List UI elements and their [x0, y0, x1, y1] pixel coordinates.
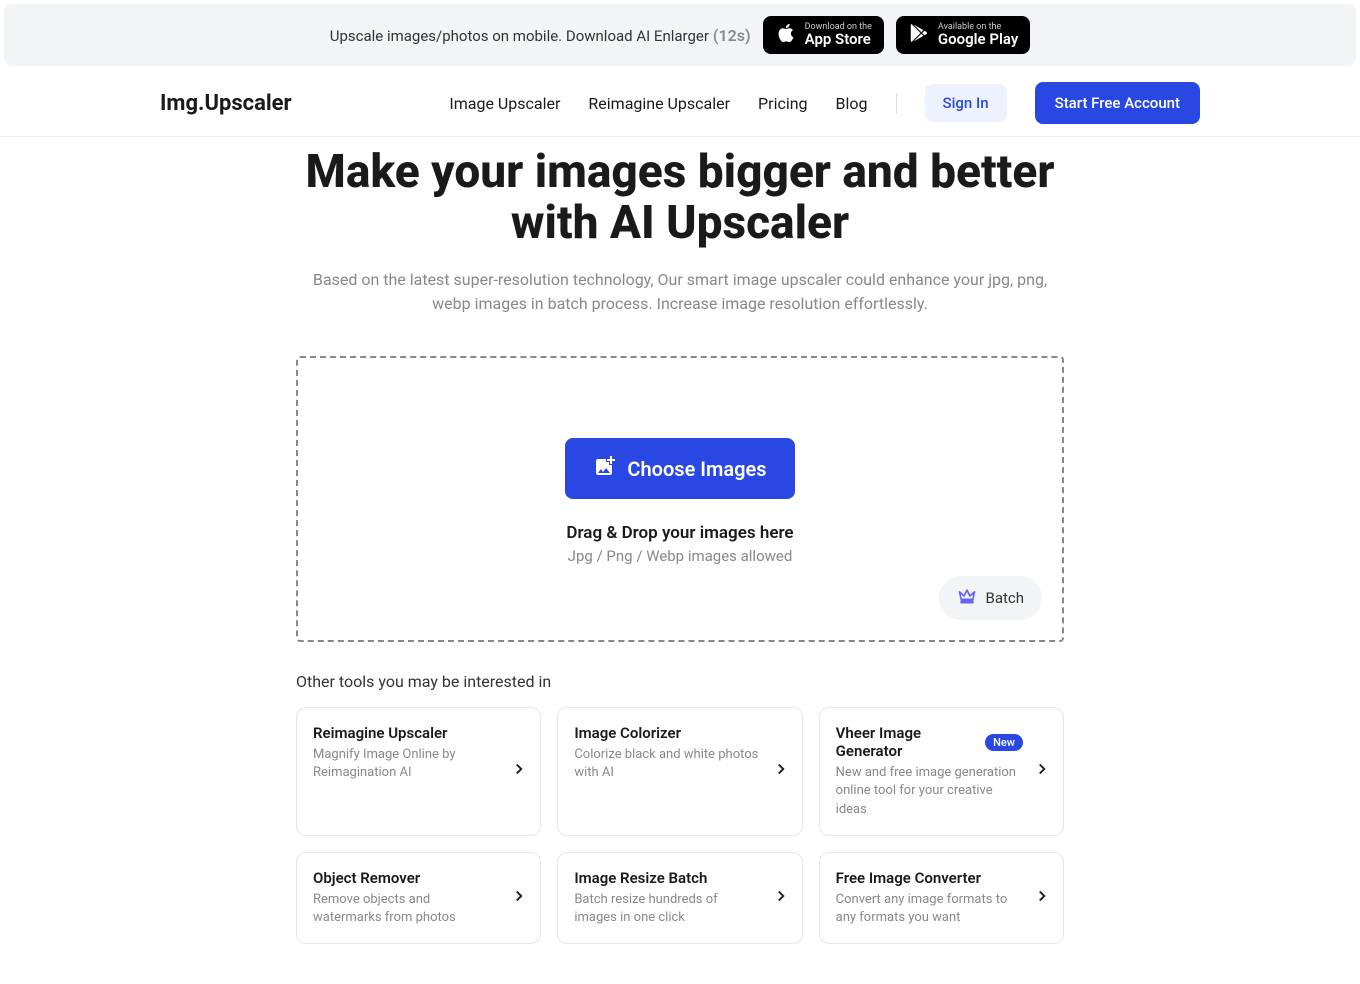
hero: Make your images bigger and better with …	[0, 137, 1360, 316]
promo-text: Upscale images/photos on mobile. Downloa…	[330, 26, 751, 45]
promo-countdown: (12s)	[713, 26, 751, 45]
promo-bar: Upscale images/photos on mobile. Downloa…	[4, 4, 1356, 66]
nav-blog[interactable]: Blog	[836, 94, 868, 113]
nav-pricing[interactable]: Pricing	[758, 94, 808, 113]
tool-card[interactable]: Vheer Image GeneratorNew New and free ima…	[819, 707, 1064, 836]
image-add-icon	[593, 454, 617, 483]
tool-card-description: New and free image generation online too…	[836, 764, 1023, 819]
signin-button[interactable]: Sign In	[925, 84, 1007, 122]
tool-card-title: Image Resize Batch	[574, 869, 761, 887]
crown-icon	[957, 586, 977, 610]
chevron-right-icon	[1033, 887, 1051, 909]
tools-heading: Other tools you may be interested in	[296, 672, 1064, 691]
allowed-formats-text: Jpg / Png / Webp images allowed	[318, 547, 1042, 565]
tool-card-title: Free Image Converter	[836, 869, 1023, 887]
header: Img.Upscaler Image Upscaler Reimagine Up…	[0, 70, 1360, 137]
tool-card-title: Reimagine Upscaler	[313, 724, 500, 742]
tool-card-description: Magnify Image Online by Reimagination AI	[313, 746, 500, 782]
new-badge: New	[985, 734, 1023, 751]
drag-drop-text: Drag & Drop your images here	[318, 523, 1042, 543]
tool-card-title: Object Remover	[313, 869, 500, 887]
other-tools-section: Other tools you may be interested in Rei…	[296, 672, 1064, 944]
tool-card-description: Remove objects and watermarks from photo…	[313, 891, 500, 927]
choose-images-label: Choose Images	[627, 457, 766, 481]
tool-card-description: Batch resize hundreds of images in one c…	[574, 891, 761, 927]
logo[interactable]: Img.Upscaler	[160, 91, 292, 116]
start-free-button[interactable]: Start Free Account	[1035, 82, 1200, 124]
nav-divider	[896, 93, 897, 113]
appstore-badge[interactable]: Download on the App Store	[763, 16, 884, 54]
google-play-icon	[908, 22, 930, 48]
tool-card-title: Image Colorizer	[574, 724, 761, 742]
tool-card[interactable]: Object Remover Remove objects and waterma…	[296, 852, 541, 944]
nav-image-upscaler[interactable]: Image Upscaler	[449, 94, 560, 113]
tool-card[interactable]: Free Image Converter Convert any image fo…	[819, 852, 1064, 944]
chevron-right-icon	[772, 887, 790, 909]
hero-description: Based on the latest super-resolution tec…	[300, 268, 1060, 316]
apple-icon	[775, 22, 797, 48]
batch-button[interactable]: Batch	[939, 576, 1042, 620]
chevron-right-icon	[772, 760, 790, 782]
tool-card[interactable]: Reimagine Upscaler Magnify Image Online b…	[296, 707, 541, 836]
googleplay-badge[interactable]: Available on the Google Play	[896, 16, 1030, 54]
tool-card-description: Convert any image formats to any formats…	[836, 891, 1023, 927]
hero-title: Make your images bigger and better with …	[280, 147, 1080, 248]
tools-grid: Reimagine Upscaler Magnify Image Online b…	[296, 707, 1064, 944]
main-nav: Image Upscaler Reimagine Upscaler Pricin…	[449, 82, 1200, 124]
tool-card[interactable]: Image Resize Batch Batch resize hundreds …	[557, 852, 802, 944]
upload-dropzone[interactable]: Choose Images Drag & Drop your images he…	[296, 356, 1064, 642]
nav-reimagine[interactable]: Reimagine Upscaler	[588, 94, 730, 113]
batch-label: Batch	[985, 589, 1024, 607]
tool-card-description: Colorize black and white photos with AI	[574, 746, 761, 782]
chevron-right-icon	[510, 887, 528, 909]
choose-images-button[interactable]: Choose Images	[565, 438, 794, 499]
chevron-right-icon	[510, 760, 528, 782]
chevron-right-icon	[1033, 760, 1051, 782]
tool-card-title: Vheer Image GeneratorNew	[836, 724, 1023, 760]
tool-card[interactable]: Image Colorizer Colorize black and white …	[557, 707, 802, 836]
